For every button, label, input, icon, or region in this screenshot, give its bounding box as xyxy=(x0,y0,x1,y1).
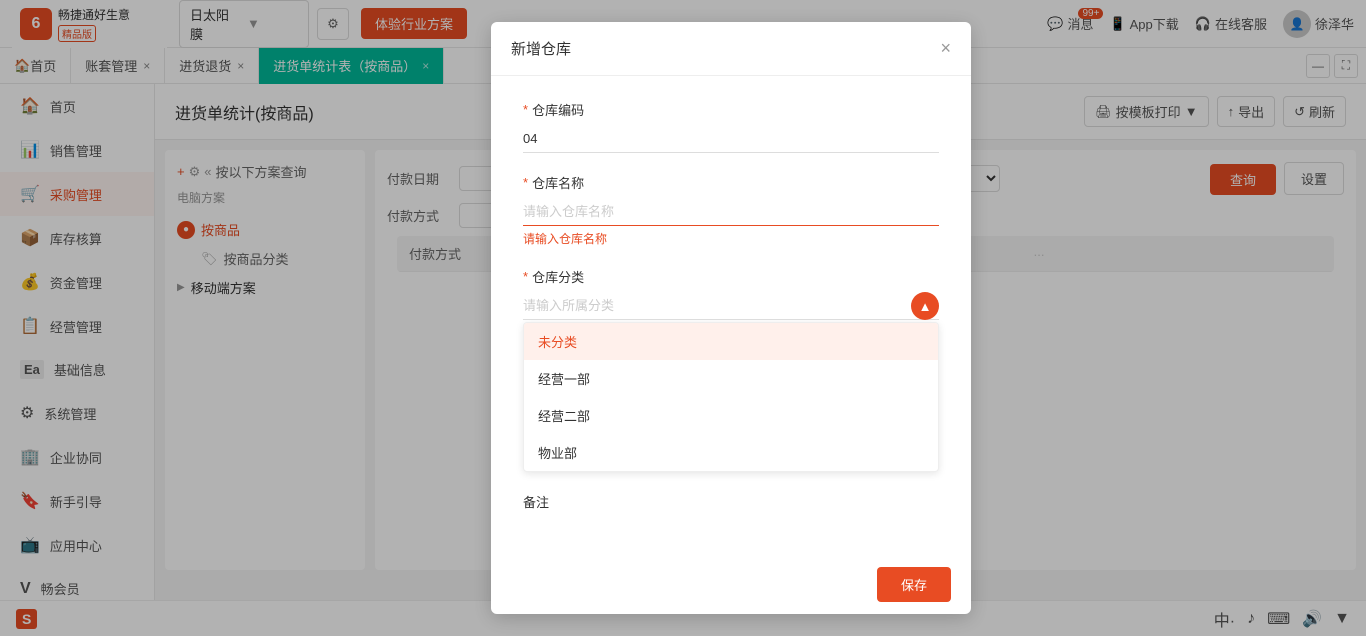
modal-body: * 仓库编码 * 仓库名称 请输入仓库名称 * 仓库分类 ▲ xyxy=(491,76,971,555)
category-input-group: ▲ xyxy=(523,292,939,320)
modal-footer: 保存 xyxy=(491,555,971,614)
warehouse-name-input[interactable] xyxy=(523,198,939,226)
option-label-1: 经营一部 xyxy=(538,372,590,387)
warehouse-code-input[interactable] xyxy=(523,125,939,153)
option-label-2: 经营二部 xyxy=(538,409,590,424)
category-dropdown-list: 未分类 经营一部 经营二部 物业部 xyxy=(523,322,939,472)
category-dropdown-toggle[interactable]: ▲ xyxy=(911,292,939,320)
option-label-0: 未分类 xyxy=(538,335,577,350)
option-label-3: 物业部 xyxy=(538,446,577,461)
code-label: 仓库编码 xyxy=(532,100,584,119)
note-label-row: 备注 xyxy=(523,492,939,511)
modal-title: 新增仓库 xyxy=(511,38,571,59)
add-warehouse-modal: 新增仓库 × * 仓库编码 * 仓库名称 请输入仓库名称 * 仓库分类 xyxy=(491,22,971,614)
category-label: 仓库分类 xyxy=(532,267,584,286)
category-option-unclassified[interactable]: 未分类 xyxy=(524,323,938,360)
name-label-row: * 仓库名称 xyxy=(523,173,939,192)
code-required-mark: * xyxy=(523,102,528,117)
name-error-message: 请输入仓库名称 xyxy=(523,230,939,247)
category-option-property[interactable]: 物业部 xyxy=(524,434,938,471)
category-required-mark: * xyxy=(523,269,528,284)
name-required-mark: * xyxy=(523,175,528,190)
category-option-dept1[interactable]: 经营一部 xyxy=(524,360,938,397)
category-label-row: * 仓库分类 xyxy=(523,267,939,286)
warehouse-note-field: 备注 xyxy=(523,492,939,511)
chevron-up-icon: ▲ xyxy=(919,299,932,314)
modal-close-button[interactable]: × xyxy=(940,38,951,59)
warehouse-name-field: * 仓库名称 请输入仓库名称 xyxy=(523,173,939,247)
save-button[interactable]: 保存 xyxy=(877,567,951,602)
name-label: 仓库名称 xyxy=(532,173,584,192)
warehouse-category-input[interactable] xyxy=(523,292,939,320)
warehouse-code-field: * 仓库编码 xyxy=(523,100,939,153)
note-label: 备注 xyxy=(523,492,549,511)
warehouse-category-field: * 仓库分类 ▲ 未分类 经营一部 经营二部 xyxy=(523,267,939,472)
modal-header: 新增仓库 × xyxy=(491,22,971,76)
category-option-dept2[interactable]: 经营二部 xyxy=(524,397,938,434)
code-label-row: * 仓库编码 xyxy=(523,100,939,119)
